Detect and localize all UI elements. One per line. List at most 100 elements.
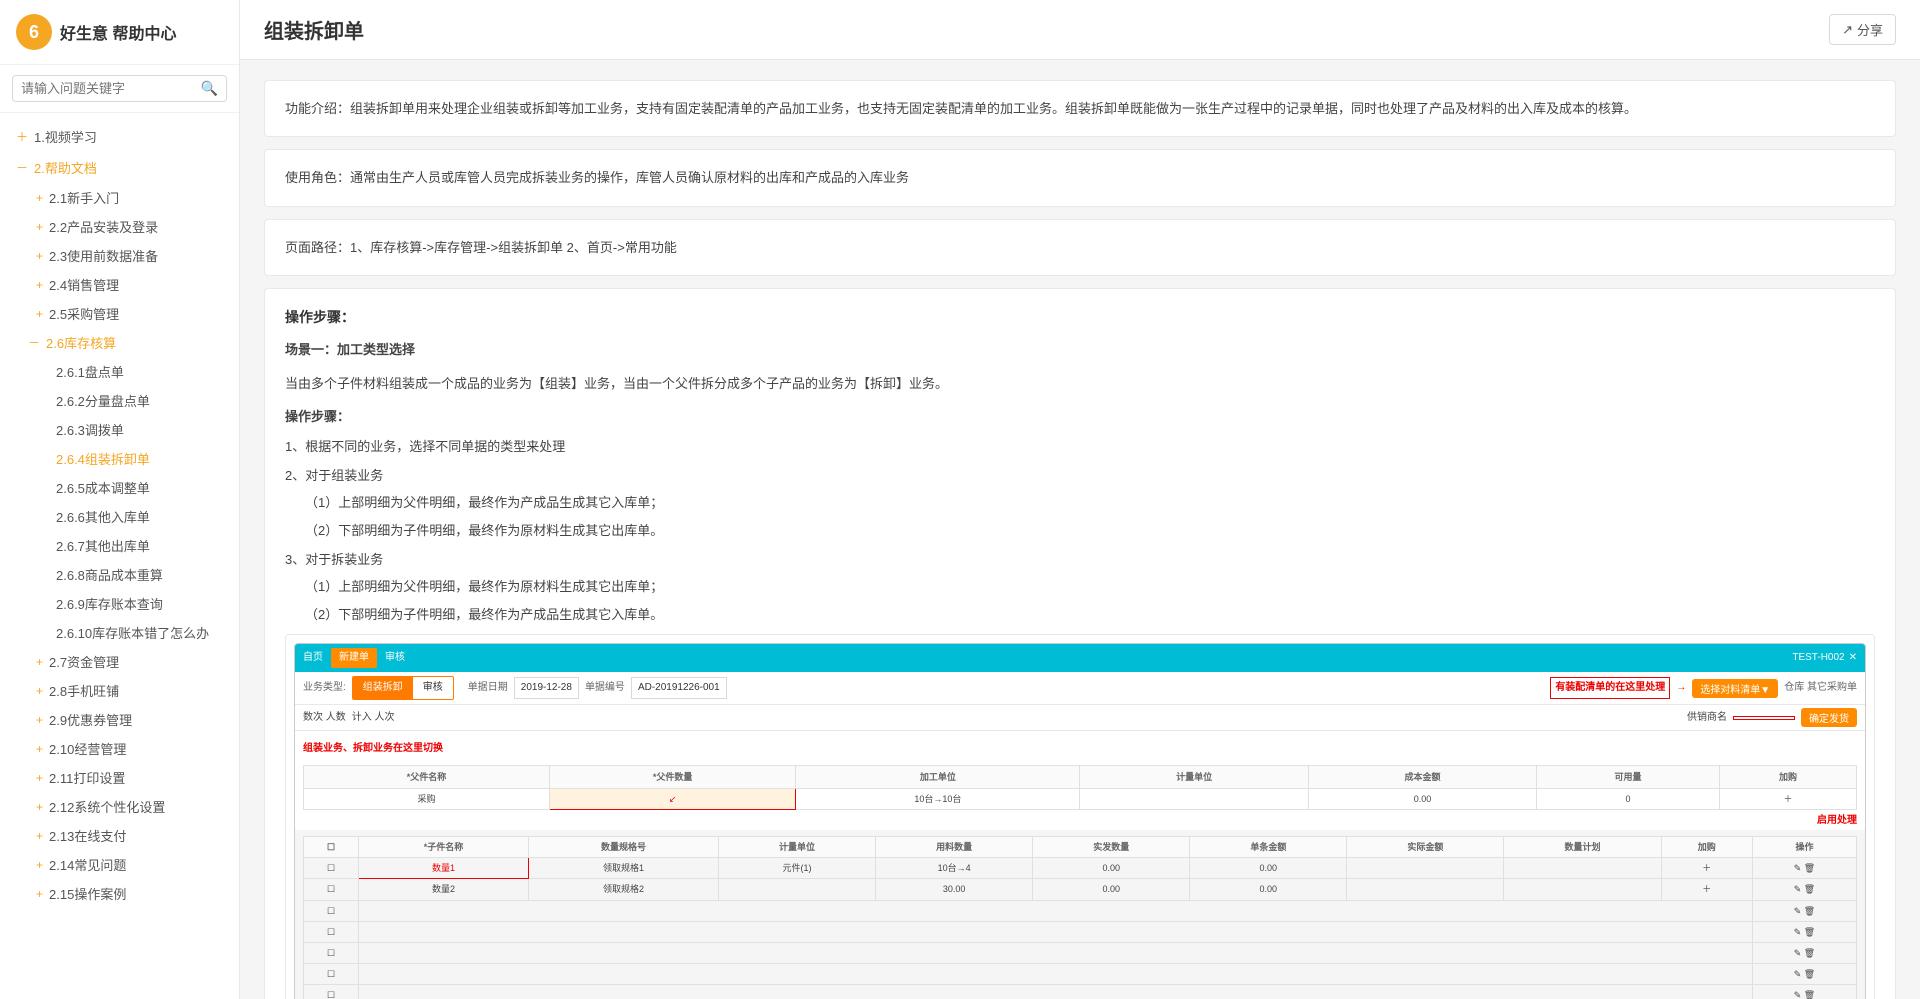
sidebar-item-costadjust[interactable]: 2.6.5成本调整单 [48, 473, 239, 502]
col-name: *父件名称 [304, 765, 550, 788]
cell-ops[interactable]: ✎ 🗑 [1752, 858, 1856, 879]
sidebar-item-helpdoc[interactable]: － 2.帮助文档 [0, 152, 239, 183]
cell-check[interactable]: ☐ [304, 900, 359, 921]
cell-ops[interactable]: ✎ 🗑 [1752, 964, 1856, 985]
minus-sub-icon: － [28, 334, 40, 351]
mockup-audit-btn[interactable]: 审核 [385, 649, 405, 667]
cell-ops[interactable]: ✎ 🗑 [1752, 921, 1856, 942]
annotation-input: ↙ [669, 794, 677, 804]
logo-text: 好生意 帮助中心 [60, 20, 176, 44]
cell-name: 数量2 [359, 879, 529, 900]
mockup-num-label: 数次 人数 [303, 709, 346, 727]
search-wrapper[interactable]: 🔍 [12, 75, 227, 102]
cell-check[interactable]: ☐ [304, 921, 359, 942]
search-icon[interactable]: 🔍 [201, 80, 218, 97]
sidebar-item-otherinstock[interactable]: 2.6.6其他入库单 [48, 502, 239, 531]
step-1: 1、根据不同的业务，选择不同单据的类型来处理 [285, 435, 1875, 458]
scene1-desc: 当由多个子件材料组装成一个成品的业务为【组装】业务，当由一个父件拆分成多个子产品… [285, 372, 1875, 395]
cell-name: 数量1 [359, 858, 529, 879]
cell-single: 0.00 [1190, 858, 1347, 879]
cell-ops[interactable]: ✎ 🗑 [1752, 985, 1856, 999]
sidebar-item-faq[interactable]: 2.14常见问题 [28, 850, 239, 879]
cell-qty: 10台→4 [876, 858, 1033, 879]
sidebar: 6 好生意 帮助中心 🔍 ＋ 1.视频学习 － 2.帮助文档 2.1新手入门 2… [0, 0, 240, 999]
mockup-confirm-btn[interactable]: 确定发货 [1801, 708, 1857, 727]
bcol-check: ☐ [304, 837, 359, 858]
sidebar-item-stockcount2[interactable]: 2.6.2分量盘点单 [48, 386, 239, 415]
sidebar-item-sales[interactable]: 2.4销售管理 [28, 270, 239, 299]
cell-add[interactable]: ＋ [1661, 879, 1752, 900]
cell-ops[interactable]: ✎ 🗑 [1752, 900, 1856, 921]
step-3-sub-2: （2）下部明细为子件明细，最终作为产成品生成其它入库单。 [305, 603, 1875, 626]
share-button[interactable]: ↗ 分享 [1829, 14, 1896, 45]
cell-single: 0.00 [1190, 879, 1347, 900]
sidebar-item-otheroutstock[interactable]: 2.6.7其他出库单 [48, 531, 239, 560]
cell-check[interactable]: ☐ [304, 985, 359, 999]
bcol-actual: 实发数量 [1033, 837, 1190, 858]
mockup-title-id: TEST-H002 [1792, 649, 1844, 667]
steps-card: 操作步骤： 场景一：加工类型选择 当由多个子件材料组装成一个成品的业务为【组装】… [264, 288, 1896, 999]
cell-unit [718, 879, 875, 900]
nav-sub-inventory: 2.6.1盘点单 2.6.2分量盘点单 2.6.3调拨单 2.6.4组装拆卸单 … [28, 357, 239, 647]
sidebar-item-capital[interactable]: 2.7资金管理 [28, 647, 239, 676]
cell-num-highlight[interactable]: ↙ [550, 788, 796, 809]
sidebar-item-stockerror[interactable]: 2.6.10库存账本错了怎么办 [48, 618, 239, 647]
sidebar-item-newuser[interactable]: 2.1新手入门 [28, 183, 239, 212]
table-row: 采购 ↙ 10台→10台 0.00 0 ＋ [304, 788, 1857, 809]
sidebar-item-print[interactable]: 2.11打印设置 [28, 763, 239, 792]
type-btn-audit[interactable]: 审核 [413, 677, 453, 699]
minus-icon: － [16, 159, 28, 176]
main-header: 组装拆卸单 ↗ 分享 [240, 0, 1920, 60]
sidebar-item-costrecalc[interactable]: 2.6.8商品成本重算 [48, 560, 239, 589]
cell-total [1347, 879, 1504, 900]
mockup-close-icon[interactable]: ✕ [1849, 649, 1857, 667]
search-input[interactable] [21, 81, 201, 96]
sidebar-item-onlinepay[interactable]: 2.13在线支付 [28, 821, 239, 850]
logo-area: 6 好生意 帮助中心 [0, 0, 239, 65]
sidebar-item-transfer[interactable]: 2.6.3调拨单 [48, 415, 239, 444]
mockup-select-btn[interactable]: 选择对料清单▼ [1692, 679, 1778, 698]
sidebar-item-install[interactable]: 2.2产品安装及登录 [28, 212, 239, 241]
step-3-sub-1: （1）上部明细为父件明细，最终作为原材料生成其它出库单； [305, 575, 1875, 598]
sidebar-item-purchase[interactable]: 2.5采购管理 [28, 299, 239, 328]
cell-qty: 30.00 [876, 879, 1033, 900]
col-measure: 计量单位 [1080, 765, 1308, 788]
mockup-number-value[interactable]: AD-20191226-001 [631, 677, 727, 699]
sidebar-item-dataprep[interactable]: 2.3使用前数据准备 [28, 241, 239, 270]
share-icon: ↗ [1842, 22, 1853, 38]
table-row: ☐ ✎ 🗑 [304, 921, 1857, 942]
mockup-date-value[interactable]: 2019-12-28 [514, 677, 579, 699]
cell-check[interactable]: ☐ [304, 858, 359, 879]
intro-text-2: 使用角色：通常由生产人员或库管人员完成拆装业务的操作，库管人员确认原材料的出库和… [285, 170, 909, 185]
sidebar-item-inventory[interactable]: － 2.6库存核算 [28, 328, 239, 357]
bcol-total: 实际金额 [1347, 837, 1504, 858]
sidebar-item-coupon[interactable]: 2.9优惠券管理 [28, 705, 239, 734]
table-row: ☐ 数量2 领取规格2 30.00 0.00 0.00 ＋ [304, 879, 1857, 900]
sidebar-item-mobile[interactable]: 2.8手机旺铺 [28, 676, 239, 705]
cell-add[interactable]: ＋ [1719, 788, 1856, 809]
table-row: ☐ ✎ 🗑 [304, 942, 1857, 963]
sidebar-item-business[interactable]: 2.10经营管理 [28, 734, 239, 763]
sidebar-item-stockledger[interactable]: 2.6.9库存账本查询 [48, 589, 239, 618]
cell-total [1347, 858, 1504, 879]
cell-ops[interactable]: ✎ 🗑 [1752, 879, 1856, 900]
col-available: 可用量 [1537, 765, 1720, 788]
sidebar-item-cases[interactable]: 2.15操作案例 [28, 879, 239, 908]
mockup-new-btn[interactable]: 新建单 [331, 648, 377, 668]
step-2-sub-2: （2）下部明细为子件明细，最终作为原材料生成其它出库单。 [305, 519, 1875, 542]
sidebar-item-video[interactable]: ＋ 1.视频学习 [0, 121, 239, 152]
cell-check[interactable]: ☐ [304, 942, 359, 963]
cell-check[interactable]: ☐ [304, 879, 359, 900]
sidebar-item-assembly[interactable]: 2.6.4组装拆卸单 [48, 444, 239, 473]
cell-add[interactable]: ＋ [1661, 858, 1752, 879]
cell-ops[interactable]: ✎ 🗑 [1752, 942, 1856, 963]
cell-cost: 0.00 [1308, 788, 1536, 809]
sidebar-item-customize[interactable]: 2.12系统个性化设置 [28, 792, 239, 821]
type-btn-assembly[interactable]: 组装拆卸 [353, 677, 413, 699]
mockup-home-btn[interactable]: 自页 [303, 649, 323, 667]
type-selector[interactable]: 组装拆卸 审核 [352, 676, 454, 700]
mockup-supplier-input[interactable] [1733, 716, 1795, 720]
cell-check[interactable]: ☐ [304, 964, 359, 985]
mockup-annotations: 组装业务、拆卸业务在这里切换 [295, 731, 1865, 758]
sidebar-item-stockcount[interactable]: 2.6.1盘点单 [48, 357, 239, 386]
